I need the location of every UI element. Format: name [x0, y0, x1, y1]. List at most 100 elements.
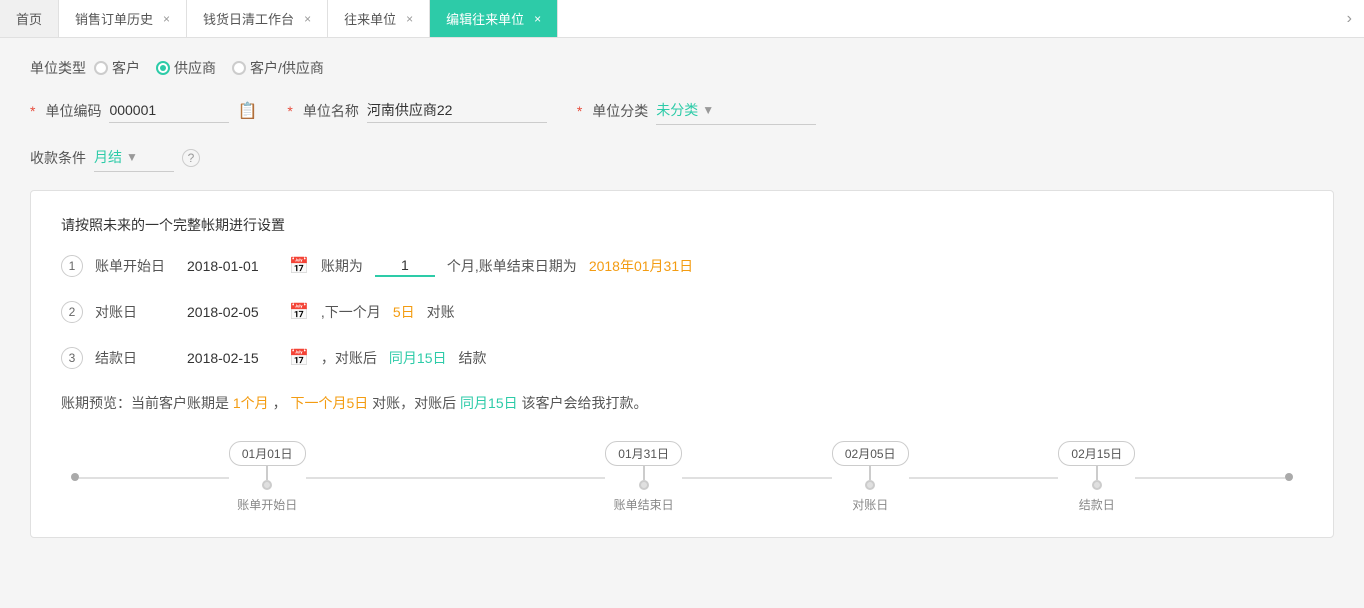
tab-close-cashier[interactable]: ×	[304, 12, 311, 26]
tab-label-home: 首页	[16, 9, 42, 28]
tl-sublabel-1: 账单结束日	[614, 496, 674, 513]
tab-label-edit-counterparty: 编辑往来单位	[446, 9, 524, 28]
unit-name-field: * 单位名称	[287, 98, 546, 123]
radio-label-both: 客户/供应商	[250, 58, 324, 78]
step-3-highlight: 同月15日	[389, 348, 447, 368]
tab-sales-history[interactable]: 销售订单历史 ×	[59, 0, 187, 37]
tab-label-counterparty: 往来单位	[344, 9, 396, 28]
tab-close-sales-history[interactable]: ×	[163, 12, 170, 26]
tab-close-counterparty[interactable]: ×	[406, 12, 413, 26]
timeline-start-cap	[71, 473, 79, 481]
tl-dot-0	[262, 480, 272, 490]
tab-bar: 首页 销售订单历史 × 钱货日清工作台 × 往来单位 × 编辑往来单位 × ›	[0, 0, 1364, 38]
settings-title: 请按照未来的一个完整帐期进行设置	[61, 215, 1303, 235]
unit-name-input[interactable]	[367, 98, 547, 123]
unit-code-input[interactable]	[109, 98, 229, 123]
radio-supplier[interactable]: 供应商	[156, 58, 216, 78]
help-icon[interactable]: ?	[182, 149, 200, 167]
step-1-period-label: 账期为	[321, 256, 363, 276]
unit-type-field: 单位类型 客户供应商 客户/供应商	[30, 58, 324, 78]
required-star-name: *	[287, 103, 292, 119]
step-1-period-end: 2018年01月31日	[589, 256, 693, 276]
tab-edit-counterparty[interactable]: 编辑往来单位 ×	[430, 0, 558, 37]
step-2-cal-icon[interactable]: 📅	[289, 302, 309, 322]
payment-field: 收款条件 月结 ▼ ?	[30, 143, 200, 172]
step-2-num: 2	[61, 301, 83, 323]
step-2-pre: ,下一个月	[321, 302, 381, 322]
unit-name-label: 单位名称	[303, 101, 359, 121]
timeline-end-cap	[1285, 473, 1293, 481]
unit-type-row: 单位类型 客户供应商 客户/供应商	[30, 58, 1334, 78]
tl-line-0	[79, 477, 229, 479]
step-3-post: 结款	[459, 348, 487, 368]
preview-sep2: 对账，对账后	[372, 395, 456, 411]
tl-line-1	[306, 477, 606, 479]
step-1-label: 账单开始日	[95, 256, 175, 276]
tl-bubble-3: 02月15日	[1058, 441, 1135, 466]
tl-line-4	[1135, 477, 1285, 479]
step-2-highlight: 5日	[393, 302, 415, 322]
required-star-code: *	[30, 103, 35, 119]
tl-bubble-1: 01月31日	[605, 441, 682, 466]
tab-home[interactable]: 首页	[0, 0, 59, 37]
tl-stem-3	[1096, 466, 1098, 480]
tl-node-2: 02月05日 对账日	[832, 441, 909, 513]
step-3-date: 2018-02-15	[187, 350, 277, 366]
payment-value: 月结	[94, 147, 122, 167]
step-1-row: 1 账单开始日 2018-01-01 📅 账期为 个月,账单结束日期为 2018…	[61, 255, 1303, 277]
step-1-date: 2018-01-01	[187, 258, 277, 274]
tab-cashier[interactable]: 钱货日清工作台 ×	[187, 0, 328, 37]
unit-type-label: 单位类型	[30, 58, 86, 78]
page-content: 单位类型 客户供应商客户/供应商 * 单位编码 📋 * 单位名称 * 单位分类 …	[0, 38, 1364, 608]
unit-category-select[interactable]: 未分类 ▼	[656, 96, 816, 125]
unit-category-value: 未分类	[656, 100, 698, 120]
step-3-cal-icon[interactable]: 📅	[289, 348, 309, 368]
step-1-period-input[interactable]	[375, 255, 435, 277]
copy-icon[interactable]: 📋	[237, 101, 257, 121]
radio-circle-customer	[94, 61, 108, 75]
preview-part3: 同月15日	[460, 395, 518, 411]
unit-code-field: * 单位编码 📋	[30, 98, 257, 123]
payment-row: 收款条件 月结 ▼ ?	[30, 143, 1334, 172]
required-star-cat: *	[577, 103, 582, 119]
step-1-num: 1	[61, 255, 83, 277]
tab-close-edit-counterparty[interactable]: ×	[534, 12, 541, 26]
tab-arrow[interactable]: ›	[1335, 0, 1364, 37]
unit-code-label: 单位编码	[45, 101, 101, 121]
tl-sublabel-2: 对账日	[852, 496, 888, 513]
tl-dot-1	[639, 480, 649, 490]
timeline: 01月01日 账单开始日 01月31日 账单结束日	[71, 441, 1293, 513]
step-1-cal-icon[interactable]: 📅	[289, 256, 309, 276]
tab-counterparty[interactable]: 往来单位 ×	[328, 0, 430, 37]
settings-card: 请按照未来的一个完整帐期进行设置 1 账单开始日 2018-01-01 📅 账期…	[30, 190, 1334, 538]
tl-sublabel-3: 结款日	[1079, 496, 1115, 513]
radio-circle-both	[232, 61, 246, 75]
tab-label-sales-history: 销售订单历史	[75, 9, 153, 28]
step-2-row: 2 对账日 2018-02-05 📅 ,下一个月 5日 对账	[61, 301, 1303, 323]
tab-label-cashier: 钱货日清工作台	[203, 9, 294, 28]
radio-both[interactable]: 客户/供应商	[232, 58, 324, 78]
tl-line-2	[682, 477, 832, 479]
timeline-end-dot	[1285, 473, 1293, 481]
step-3-row: 3 结款日 2018-02-15 📅 ，对账后 同月15日 结款	[61, 347, 1303, 369]
preview-sep1: ，	[273, 395, 287, 411]
step-2-label: 对账日	[95, 302, 175, 322]
timeline-container: 01月01日 账单开始日 01月31日 账单结束日	[61, 441, 1303, 513]
radio-group: 客户供应商 客户/供应商	[94, 58, 324, 78]
radio-customer[interactable]: 客户	[94, 58, 140, 78]
unit-category-label: 单位分类	[592, 101, 648, 121]
tl-stem-2	[869, 466, 871, 480]
preview-suffix: 该客户会给我打款。	[522, 395, 648, 411]
payment-select[interactable]: 月结 ▼	[94, 143, 174, 172]
step-3-label: 结款日	[95, 348, 175, 368]
tl-node-0: 01月01日 账单开始日	[229, 441, 306, 513]
step-2-date: 2018-02-05	[187, 304, 277, 320]
timeline-start-dot	[71, 473, 79, 481]
preview-section: 账期预览：当前客户账期是 1个月 ， 下一个月5日 对账，对账后 同月15日 该…	[61, 393, 1303, 413]
step-3-pre: ，对账后	[321, 348, 377, 368]
step-3-num: 3	[61, 347, 83, 369]
preview-part2: 下一个月5日	[290, 395, 368, 411]
payment-label: 收款条件	[30, 148, 86, 168]
radio-circle-supplier	[156, 61, 170, 75]
chevron-down-icon: ▼	[702, 103, 714, 117]
